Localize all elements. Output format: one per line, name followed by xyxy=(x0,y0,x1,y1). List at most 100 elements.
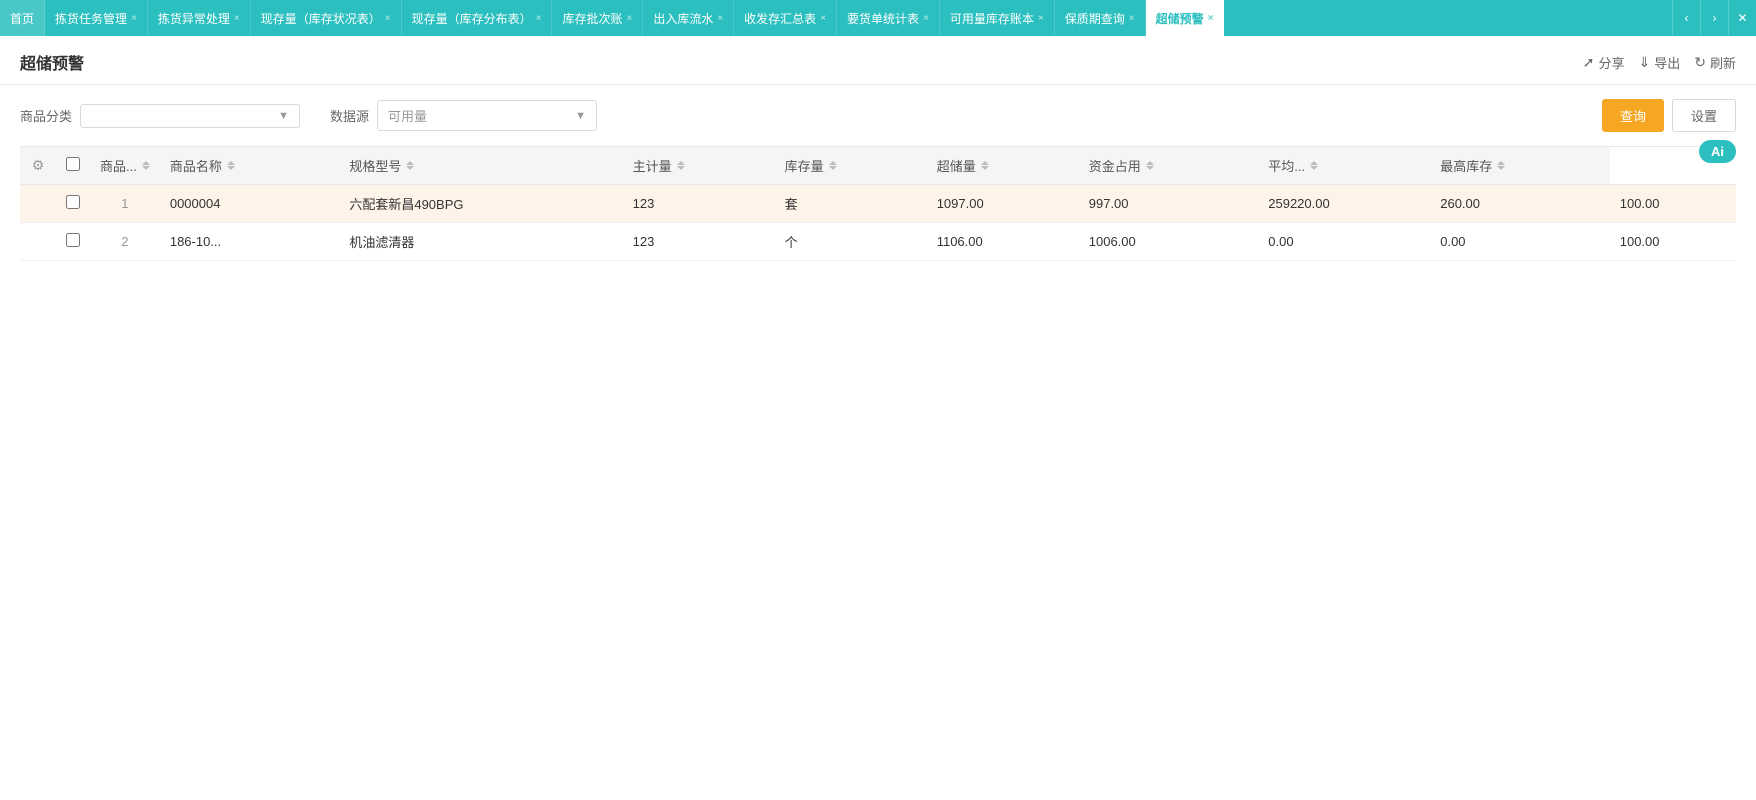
row-stock: 1106.00 xyxy=(927,223,1079,261)
nav-close-available-account[interactable]: × xyxy=(1038,13,1044,24)
row-num: 1 xyxy=(90,185,160,223)
nav-item-batch-account[interactable]: 库存批次账 × xyxy=(552,0,643,36)
row-product-name: 机油滤清器 xyxy=(339,223,622,261)
share-button[interactable]: ➚ 分享 xyxy=(1583,53,1625,72)
th-product-code-label: 商品... xyxy=(100,156,137,175)
row-product-name: 六配套新昌490BPG xyxy=(339,185,622,223)
nav-item-home[interactable]: 首页 xyxy=(0,0,45,36)
refresh-button[interactable]: ↻ 刷新 xyxy=(1694,53,1736,72)
datasource-label: 数据源 xyxy=(330,106,369,125)
row-gear-cell xyxy=(20,223,56,261)
nav-close-inventory-status[interactable]: × xyxy=(385,13,391,24)
nav-arrow-left[interactable]: ‹ xyxy=(1672,0,1700,36)
nav-close-collect-summary[interactable]: × xyxy=(820,13,826,24)
sort-avg-icon xyxy=(1310,161,1318,170)
page-title: 超储预警 xyxy=(20,50,84,74)
nav-item-expiry-query[interactable]: 保质期查询 × xyxy=(1055,0,1146,36)
row-avg: 260.00 xyxy=(1430,185,1610,223)
data-table: ⚙ 商品... 商品名称 xyxy=(20,146,1736,261)
filter-actions: 查询 设置 xyxy=(1602,99,1736,132)
sort-overstock-icon xyxy=(981,161,989,170)
share-icon: ➚ xyxy=(1583,54,1595,71)
th-gear: ⚙ xyxy=(20,147,56,185)
filter-area: 商品分类 ▼ 数据源 可用量 ▼ 查询 设置 xyxy=(0,85,1756,146)
settings-button[interactable]: 设置 xyxy=(1672,99,1736,132)
row-gear-cell xyxy=(20,185,56,223)
page-content: 超储预警 ➚ 分享 ⇓ 导出 ↻ 刷新 商品分类 ▼ 数据源 xyxy=(0,36,1756,800)
query-button[interactable]: 查询 xyxy=(1602,99,1664,132)
th-stock-label: 库存量 xyxy=(785,156,824,175)
th-max-stock[interactable]: 最高库存 xyxy=(1430,147,1610,185)
nav-item-order-stats[interactable]: 要货单统计表 × xyxy=(837,0,940,36)
category-select[interactable]: ▼ xyxy=(80,104,300,128)
table-header-row: ⚙ 商品... 商品名称 xyxy=(20,147,1736,185)
refresh-label: 刷新 xyxy=(1710,53,1736,72)
table-row: 1 0000004 六配套新昌490BPG 123 套 1097.00 997.… xyxy=(20,185,1736,223)
nav-item-inventory-status[interactable]: 现存量（库存状况表） × xyxy=(251,0,402,36)
export-icon: ⇓ xyxy=(1639,54,1651,71)
page-title-bar: 超储预警 ➚ 分享 ⇓ 导出 ↻ 刷新 xyxy=(0,36,1756,85)
top-navigation: 首页拣货任务管理 ×拣货异常处理 ×现存量（库存状况表） ×现存量（库存分布表）… xyxy=(0,0,1756,36)
nav-arrow-right[interactable]: › xyxy=(1700,0,1728,36)
sort-unit-icon xyxy=(677,161,685,170)
row-num: 2 xyxy=(90,223,160,261)
row-stock: 1097.00 xyxy=(927,185,1079,223)
nav-item-inventory-dist[interactable]: 现存量（库存分布表） × xyxy=(402,0,553,36)
nav-close-task-mgmt[interactable]: × xyxy=(131,13,137,24)
th-capital-label: 资金占用 xyxy=(1089,156,1141,175)
row-avg: 0.00 xyxy=(1430,223,1610,261)
row-max-stock: 100.00 xyxy=(1610,223,1736,261)
sort-capital-icon xyxy=(1146,161,1154,170)
row-checkbox-0[interactable] xyxy=(66,195,80,209)
nav-close-batch-account[interactable]: × xyxy=(626,13,632,24)
row-checkbox-1[interactable] xyxy=(66,233,80,247)
th-unit-label: 主计量 xyxy=(633,156,672,175)
table-container: ⚙ 商品... 商品名称 xyxy=(0,146,1756,261)
nav-close-inout-flow[interactable]: × xyxy=(717,13,723,24)
nav-item-overstock-warning[interactable]: 超储预警 × xyxy=(1146,0,1225,36)
nav-close-order-stats[interactable]: × xyxy=(923,13,929,24)
share-label: 分享 xyxy=(1598,53,1624,72)
nav-item-task-mgmt[interactable]: 拣货任务管理 × xyxy=(45,0,148,36)
th-avg[interactable]: 平均... xyxy=(1258,147,1430,185)
row-max-stock: 100.00 xyxy=(1610,185,1736,223)
nav-close-overstock-warning[interactable]: × xyxy=(1208,13,1214,24)
th-spec-label: 规格型号 xyxy=(349,156,401,175)
row-checkbox-cell xyxy=(56,223,90,261)
nav-item-inout-flow[interactable]: 出入库流水 × xyxy=(643,0,734,36)
th-avg-label: 平均... xyxy=(1268,156,1305,175)
nav-item-available-account[interactable]: 可用量库存账本 × xyxy=(940,0,1055,36)
th-overstock-label: 超储量 xyxy=(937,156,976,175)
th-capital[interactable]: 资金占用 xyxy=(1079,147,1259,185)
nav-close-inventory-dist[interactable]: × xyxy=(536,13,542,24)
th-max-stock-label: 最高库存 xyxy=(1440,156,1492,175)
th-overstock[interactable]: 超储量 xyxy=(927,147,1079,185)
select-all-checkbox[interactable] xyxy=(66,157,80,171)
sort-stock-icon xyxy=(829,161,837,170)
th-product-code[interactable]: 商品... xyxy=(90,147,160,185)
datasource-select[interactable]: 可用量 ▼ xyxy=(377,100,597,131)
th-product-name[interactable]: 商品名称 xyxy=(160,147,340,185)
th-spec[interactable]: 规格型号 xyxy=(339,147,622,185)
nav-item-abnormal[interactable]: 拣货异常处理 × xyxy=(148,0,251,36)
nav-close-abnormal[interactable]: × xyxy=(234,13,240,24)
th-stock[interactable]: 库存量 xyxy=(775,147,927,185)
nav-arrow-close[interactable]: ✕ xyxy=(1728,0,1756,36)
category-filter-group: 商品分类 ▼ xyxy=(20,104,300,128)
row-capital: 259220.00 xyxy=(1258,185,1430,223)
th-checkbox xyxy=(56,147,90,185)
row-unit: 套 xyxy=(775,185,927,223)
nav-item-collect-summary[interactable]: 收发存汇总表 × xyxy=(734,0,837,36)
sort-max-stock-icon xyxy=(1497,161,1505,170)
row-spec: 123 xyxy=(623,185,775,223)
row-overstock: 997.00 xyxy=(1079,185,1259,223)
ai-badge[interactable]: Ai xyxy=(1699,140,1736,163)
nav-close-expiry-query[interactable]: × xyxy=(1129,13,1135,24)
refresh-icon: ↻ xyxy=(1694,54,1706,71)
export-label: 导出 xyxy=(1654,53,1680,72)
export-button[interactable]: ⇓ 导出 xyxy=(1639,53,1681,72)
th-unit[interactable]: 主计量 xyxy=(623,147,775,185)
settings-gear-icon[interactable]: ⚙ xyxy=(32,157,45,173)
title-actions: ➚ 分享 ⇓ 导出 ↻ 刷新 xyxy=(1583,53,1736,72)
sort-product-code-icon xyxy=(142,161,150,170)
